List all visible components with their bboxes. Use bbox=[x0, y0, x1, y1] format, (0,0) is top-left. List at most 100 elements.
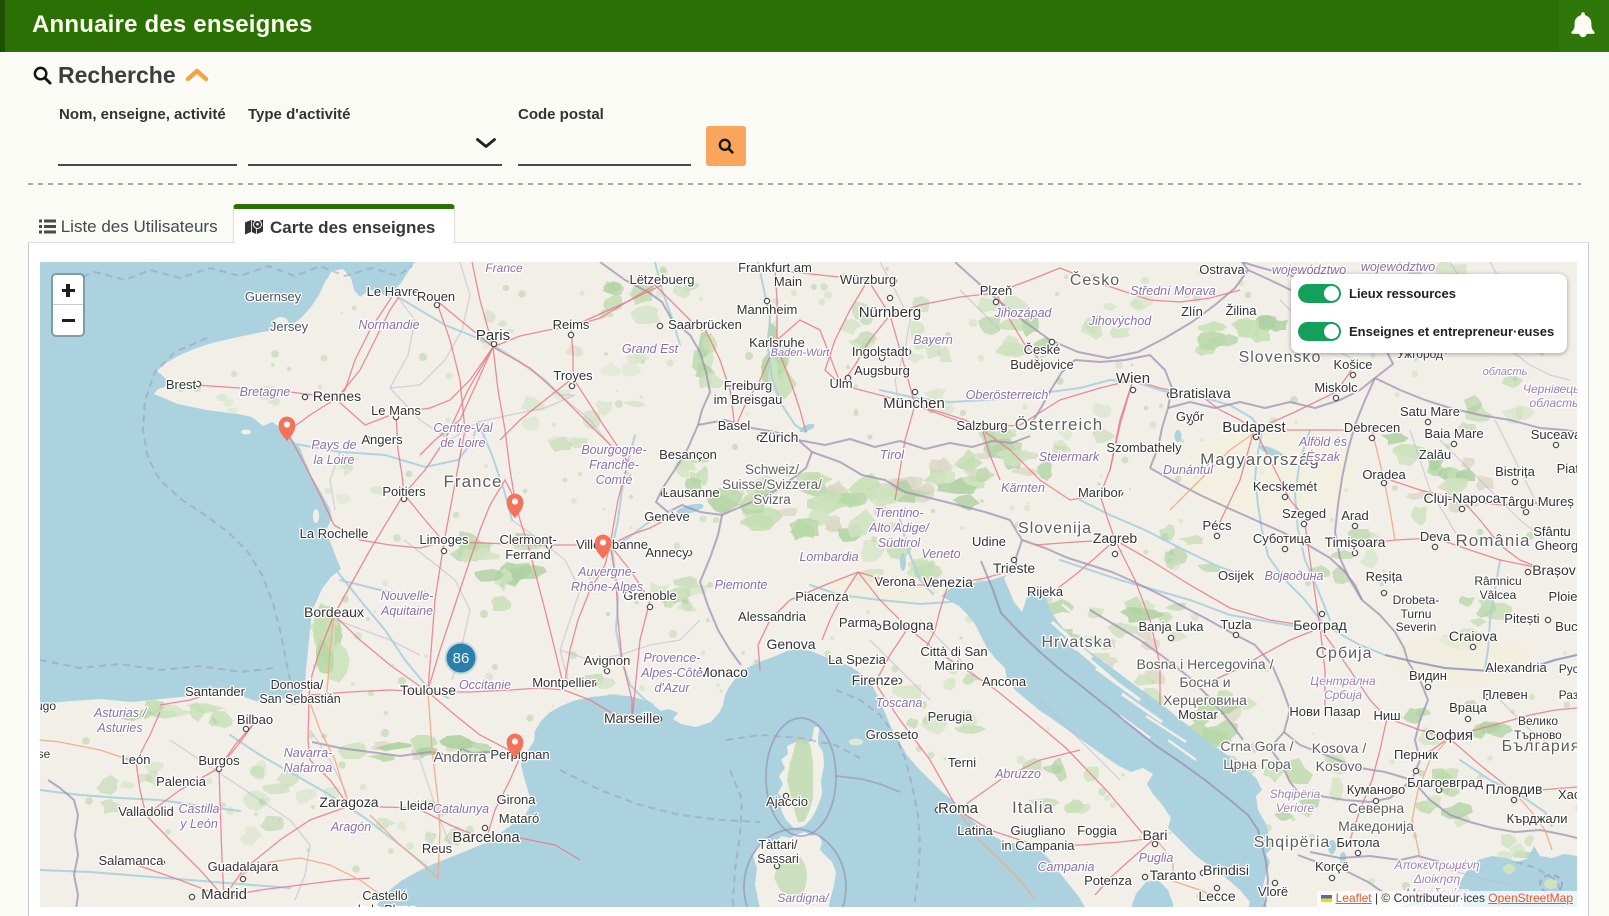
svg-text:România: România bbox=[1455, 531, 1530, 550]
svg-text:Србија: Србија bbox=[1315, 645, 1372, 662]
svg-text:Abruzzo: Abruzzo bbox=[994, 767, 1041, 781]
svg-text:Αποκεντρωμένη: Αποκεντρωμένη bbox=[1393, 858, 1479, 872]
svg-text:область: область bbox=[1483, 366, 1528, 378]
svg-text:León: León bbox=[122, 752, 151, 767]
svg-text:Битола: Битола bbox=[1336, 835, 1380, 850]
svg-text:Alessandria: Alessandria bbox=[738, 609, 807, 624]
svg-text:Le Mans: Le Mans bbox=[371, 403, 421, 418]
svg-text:Auvergne-: Auvergne- bbox=[577, 565, 636, 579]
svg-text:im Breisgau: im Breisgau bbox=[714, 392, 783, 407]
svg-text:Shqipëria: Shqipëria bbox=[1254, 834, 1331, 851]
svg-text:Österreich: Österreich bbox=[1015, 415, 1103, 434]
svg-text:Gheorgh: Gheorgh bbox=[1535, 538, 1577, 553]
svg-text:Херцеговина: Херцеговина bbox=[1163, 692, 1247, 708]
svg-text:Хаск: Хаск bbox=[1558, 787, 1577, 802]
svg-text:Giugliano: Giugliano bbox=[1011, 823, 1066, 838]
svg-text:Велико: Велико bbox=[1518, 714, 1558, 728]
svg-text:Drobeta-: Drobeta- bbox=[1393, 593, 1440, 607]
svg-text:Sardigna/: Sardigna/ bbox=[777, 891, 830, 905]
svg-text:Suisse/Svizzera/: Suisse/Svizzera/ bbox=[722, 477, 822, 492]
svg-text:Potenza: Potenza bbox=[1084, 873, 1132, 888]
svg-text:Monaco: Monaco bbox=[698, 664, 748, 680]
svg-text:Santander: Santander bbox=[185, 684, 246, 699]
svg-text:Salamanca: Salamanca bbox=[98, 853, 164, 868]
svg-text:Crna Gora /: Crna Gora / bbox=[1220, 738, 1293, 754]
svg-text:Madrid: Madrid bbox=[201, 886, 247, 903]
svg-text:Rennes: Rennes bbox=[313, 388, 361, 404]
svg-text:de la Plana: de la Plana bbox=[354, 903, 417, 907]
svg-text:Mataró: Mataró bbox=[499, 811, 539, 826]
svg-text:ugo: ugo bbox=[40, 699, 56, 713]
svg-text:Reims: Reims bbox=[553, 317, 590, 332]
svg-text:Централна: Централна bbox=[1310, 674, 1376, 688]
svg-text:Jihozápad: Jihozápad bbox=[994, 306, 1053, 320]
svg-text:Taranto: Taranto bbox=[1150, 867, 1197, 883]
svg-text:Bratislava: Bratislava bbox=[1169, 385, 1231, 401]
svg-text:Македонија: Македонија bbox=[1338, 818, 1414, 834]
svg-text:Szeged: Szeged bbox=[1282, 506, 1326, 521]
svg-text:de Loire: de Loire bbox=[440, 436, 485, 450]
svg-text:Bologna: Bologna bbox=[882, 617, 934, 633]
svg-text:Toulouse: Toulouse bbox=[400, 682, 456, 698]
svg-text:Mannheim: Mannheim bbox=[737, 302, 798, 317]
svg-text:Београд: Београд bbox=[1293, 617, 1347, 633]
svg-text:Wien: Wien bbox=[1116, 370, 1150, 387]
svg-text:Franche-: Franche- bbox=[589, 458, 639, 472]
svg-text:Toscana: Toscana bbox=[876, 696, 923, 710]
svg-text:Guernsey: Guernsey bbox=[245, 289, 302, 304]
svg-text:Parma: Parma bbox=[839, 615, 878, 630]
svg-text:Shqipëria: Shqipëria bbox=[1270, 787, 1321, 801]
svg-text:Grand Est: Grand Est bbox=[622, 342, 679, 356]
svg-text:Куманово: Куманово bbox=[1347, 782, 1406, 797]
svg-text:Steiermark: Steiermark bbox=[1039, 450, 1100, 464]
svg-text:Jihovýchod: Jihovýchod bbox=[1088, 314, 1153, 328]
svg-text:Târgu Mureș: Târgu Mureș bbox=[1500, 494, 1574, 509]
svg-text:Saarbrücken: Saarbrücken bbox=[668, 317, 742, 332]
svg-text:Râmnicu: Râmnicu bbox=[1474, 574, 1521, 588]
svg-text:Troyes: Troyes bbox=[553, 368, 593, 383]
svg-text:Centre-Val: Centre-Val bbox=[433, 421, 494, 435]
svg-text:Perugia: Perugia bbox=[928, 709, 974, 724]
svg-text:Salzburg: Salzburg bbox=[956, 418, 1007, 433]
svg-text:Kärnten: Kärnten bbox=[1001, 481, 1045, 495]
svg-text:La Spezia: La Spezia bbox=[828, 652, 887, 667]
svg-text:Враца: Враца bbox=[1449, 700, 1488, 715]
svg-text:Mostar: Mostar bbox=[1178, 707, 1218, 722]
svg-text:Lausanne: Lausanne bbox=[662, 485, 719, 500]
svg-text:Rhône-Alpes: Rhône-Alpes bbox=[571, 580, 643, 594]
svg-text:Zürich: Zürich bbox=[760, 429, 799, 445]
svg-text:Castilla: Castilla bbox=[179, 802, 220, 816]
svg-text:Žilina: Žilina bbox=[1225, 303, 1257, 318]
svg-text:Ingolstadt: Ingolstadt bbox=[852, 344, 909, 359]
svg-text:Alto Adige/: Alto Adige/ bbox=[868, 521, 931, 535]
svg-text:Bosna i Hercegovina /: Bosna i Hercegovina / bbox=[1137, 656, 1274, 672]
svg-text:Verona: Verona bbox=[874, 574, 916, 589]
svg-text:Aragón: Aragón bbox=[330, 820, 371, 834]
svg-text:Banja Luka: Banja Luka bbox=[1138, 619, 1204, 634]
svg-text:Reșița: Reșița bbox=[1366, 569, 1404, 584]
svg-text:Comté: Comté bbox=[596, 473, 633, 487]
svg-text:Благоевград: Благоевград bbox=[1407, 775, 1483, 790]
svg-text:Piatr: Piatr bbox=[1557, 461, 1577, 476]
svg-text:Црна Гора: Црна Гора bbox=[1223, 756, 1291, 772]
svg-text:Annecy: Annecy bbox=[645, 545, 689, 560]
svg-text:Zaragoza: Zaragoza bbox=[319, 794, 378, 810]
svg-text:Војводина: Војводина bbox=[1265, 569, 1324, 583]
svg-text:Trentino-: Trentino- bbox=[874, 506, 923, 520]
svg-text:Avignon: Avignon bbox=[584, 653, 631, 668]
svg-text:Baia Mare: Baia Mare bbox=[1424, 426, 1483, 441]
svg-text:Barcelona: Barcelona bbox=[452, 829, 520, 846]
svg-text:Le Havre: Le Havre bbox=[367, 284, 420, 299]
svg-text:Ajaccio: Ajaccio bbox=[766, 794, 808, 809]
svg-text:Craiova: Craiova bbox=[1449, 628, 1497, 644]
svg-text:Zlín: Zlín bbox=[1181, 304, 1203, 319]
svg-text:Lëtzebuerg: Lëtzebuerg bbox=[629, 272, 694, 287]
svg-text:Bari: Bari bbox=[1143, 827, 1168, 843]
svg-text:Aquitaine: Aquitaine bbox=[380, 604, 433, 618]
svg-text:Vâlcea: Vâlcea bbox=[1480, 588, 1517, 602]
svg-text:Maribor: Maribor bbox=[1078, 485, 1123, 500]
svg-text:Bourgogne-: Bourgogne- bbox=[581, 443, 646, 457]
svg-text:Sassari: Sassari bbox=[757, 852, 799, 866]
svg-text:Arad: Arad bbox=[1341, 508, 1368, 523]
svg-text:Нови Пазар: Нови Пазар bbox=[1289, 704, 1360, 719]
